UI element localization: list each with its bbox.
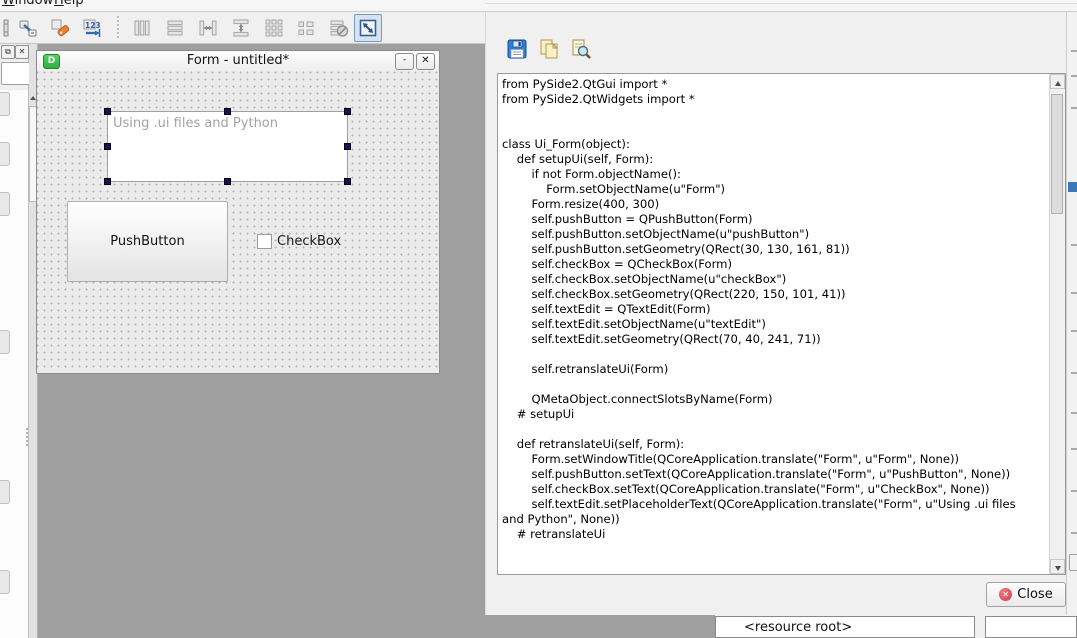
lay-out-vertically-in-splitter-icon[interactable] bbox=[227, 14, 255, 42]
property-row-sliver bbox=[1071, 372, 1077, 374]
resource-browser-tree[interactable]: <resource root> bbox=[715, 616, 975, 638]
lay-out-vertically-icon[interactable] bbox=[161, 14, 189, 42]
edit-buddies-icon[interactable] bbox=[46, 14, 74, 42]
menu-window[interactable]: Window bbox=[2, 0, 53, 8]
selected-property-row[interactable] bbox=[1068, 182, 1077, 192]
selection-handle[interactable] bbox=[104, 108, 111, 115]
code-viewer-dialog: from PySide2.QtGui import * from PySide2… bbox=[485, 12, 1067, 615]
property-row-sliver bbox=[1071, 412, 1077, 414]
code-scrollbar[interactable] bbox=[1049, 74, 1065, 574]
property-row-sliver bbox=[1071, 75, 1077, 77]
generated-python-code: from PySide2.QtGui import * from PySide2… bbox=[502, 77, 1048, 542]
checkbox-indicator[interactable] bbox=[257, 234, 272, 249]
property-editor-sliver bbox=[1066, 12, 1077, 615]
lay-out-horizontally-icon[interactable] bbox=[128, 14, 156, 42]
spin-button-sliver[interactable] bbox=[1069, 554, 1077, 571]
scroll-down-button[interactable] bbox=[1050, 559, 1065, 574]
main-toolbar: 123 bbox=[0, 12, 485, 44]
resource-preview-panel bbox=[985, 616, 1077, 638]
edit-signals-slots-icon[interactable] bbox=[14, 14, 42, 42]
widget-category-item[interactable] bbox=[0, 142, 10, 166]
edit-widgets-partial-icon[interactable] bbox=[0, 14, 14, 42]
widget-box-dock: ⧉ ✕ bbox=[0, 44, 29, 638]
selection-handle[interactable] bbox=[104, 178, 111, 185]
break-layout-icon[interactable] bbox=[325, 14, 353, 42]
mdi-area-bottom bbox=[38, 615, 715, 638]
property-row-sliver bbox=[1071, 330, 1077, 332]
checkbox-widget[interactable]: CheckBox bbox=[257, 221, 358, 262]
selection-handle[interactable] bbox=[344, 178, 351, 185]
form-editor-window: D Form - untitled* - ✕ Using .ui files a… bbox=[36, 50, 440, 374]
form-titlebar[interactable]: D Form - untitled* - ✕ bbox=[37, 51, 439, 72]
qt-designer-screen: Window Help 123 bbox=[0, 0, 1077, 638]
close-circle-icon: ✕ bbox=[999, 588, 1012, 601]
svg-text:123: 123 bbox=[85, 21, 101, 30]
selection-handle[interactable] bbox=[224, 108, 231, 115]
selection-handle[interactable] bbox=[344, 108, 351, 115]
dock-float-button[interactable]: ⧉ bbox=[1, 45, 15, 59]
widget-category-item[interactable] bbox=[0, 480, 10, 504]
lay-out-in-form-layout-icon[interactable] bbox=[292, 14, 320, 42]
widget-category-item[interactable] bbox=[0, 570, 10, 594]
widget-box-list[interactable] bbox=[0, 90, 28, 638]
scroll-up-button[interactable] bbox=[1050, 74, 1065, 89]
widget-category-item[interactable] bbox=[0, 192, 10, 216]
divider bbox=[485, 3, 1077, 4]
scrollbar-thumb[interactable] bbox=[1051, 94, 1063, 214]
resource-root-item[interactable]: <resource root> bbox=[744, 620, 852, 635]
property-row-sliver bbox=[1071, 244, 1077, 246]
form-canvas[interactable]: Using .ui files and Python PushButton Ch… bbox=[37, 71, 439, 372]
property-row-sliver bbox=[1071, 50, 1077, 52]
menubar: Window Help bbox=[0, 0, 1077, 12]
menu-help[interactable]: Help bbox=[54, 0, 84, 8]
scroll-down-icon bbox=[1055, 566, 1061, 571]
textedit-placeholder: Using .ui files and Python bbox=[113, 116, 278, 131]
dock-close-button[interactable]: ✕ bbox=[15, 45, 29, 59]
pushbutton-label: PushButton bbox=[110, 234, 184, 249]
widget-category-item[interactable] bbox=[0, 92, 10, 116]
property-row-sliver bbox=[1071, 490, 1077, 492]
textedit-widget[interactable]: Using .ui files and Python bbox=[107, 111, 348, 182]
property-row-sliver bbox=[1071, 107, 1077, 109]
splitter-handle[interactable] bbox=[26, 428, 29, 446]
find-icon[interactable] bbox=[568, 36, 594, 62]
adjust-size-icon[interactable] bbox=[354, 14, 382, 42]
selection-handle[interactable] bbox=[224, 178, 231, 185]
lay-out-horizontally-in-splitter-icon[interactable] bbox=[194, 14, 222, 42]
selection-handle[interactable] bbox=[104, 143, 111, 150]
property-row-sliver bbox=[1071, 448, 1077, 450]
minimize-button[interactable]: - bbox=[395, 53, 414, 70]
form-window-title: Form - untitled* bbox=[37, 53, 439, 68]
property-row-sliver bbox=[1071, 532, 1077, 534]
property-row-sliver bbox=[1071, 292, 1077, 294]
checkbox-label: CheckBox bbox=[277, 234, 341, 249]
toolbar-separator bbox=[117, 16, 119, 38]
scroll-up-icon bbox=[1055, 81, 1061, 86]
save-icon[interactable] bbox=[504, 36, 530, 62]
edit-tab-order-icon[interactable]: 123 bbox=[78, 14, 106, 42]
code-text-area[interactable]: from PySide2.QtGui import * from PySide2… bbox=[497, 73, 1066, 575]
lay-out-in-grid-icon[interactable] bbox=[260, 14, 288, 42]
copy-icon[interactable] bbox=[536, 36, 562, 62]
widget-filter-input[interactable] bbox=[1, 62, 31, 85]
close-window-button[interactable]: ✕ bbox=[416, 53, 435, 70]
close-button-label: Close bbox=[1017, 587, 1052, 602]
selection-handle[interactable] bbox=[344, 143, 351, 150]
close-dialog-button[interactable]: ✕ Close bbox=[986, 582, 1066, 607]
widget-category-item[interactable] bbox=[0, 330, 10, 354]
pushbutton-widget[interactable]: PushButton bbox=[67, 201, 228, 282]
